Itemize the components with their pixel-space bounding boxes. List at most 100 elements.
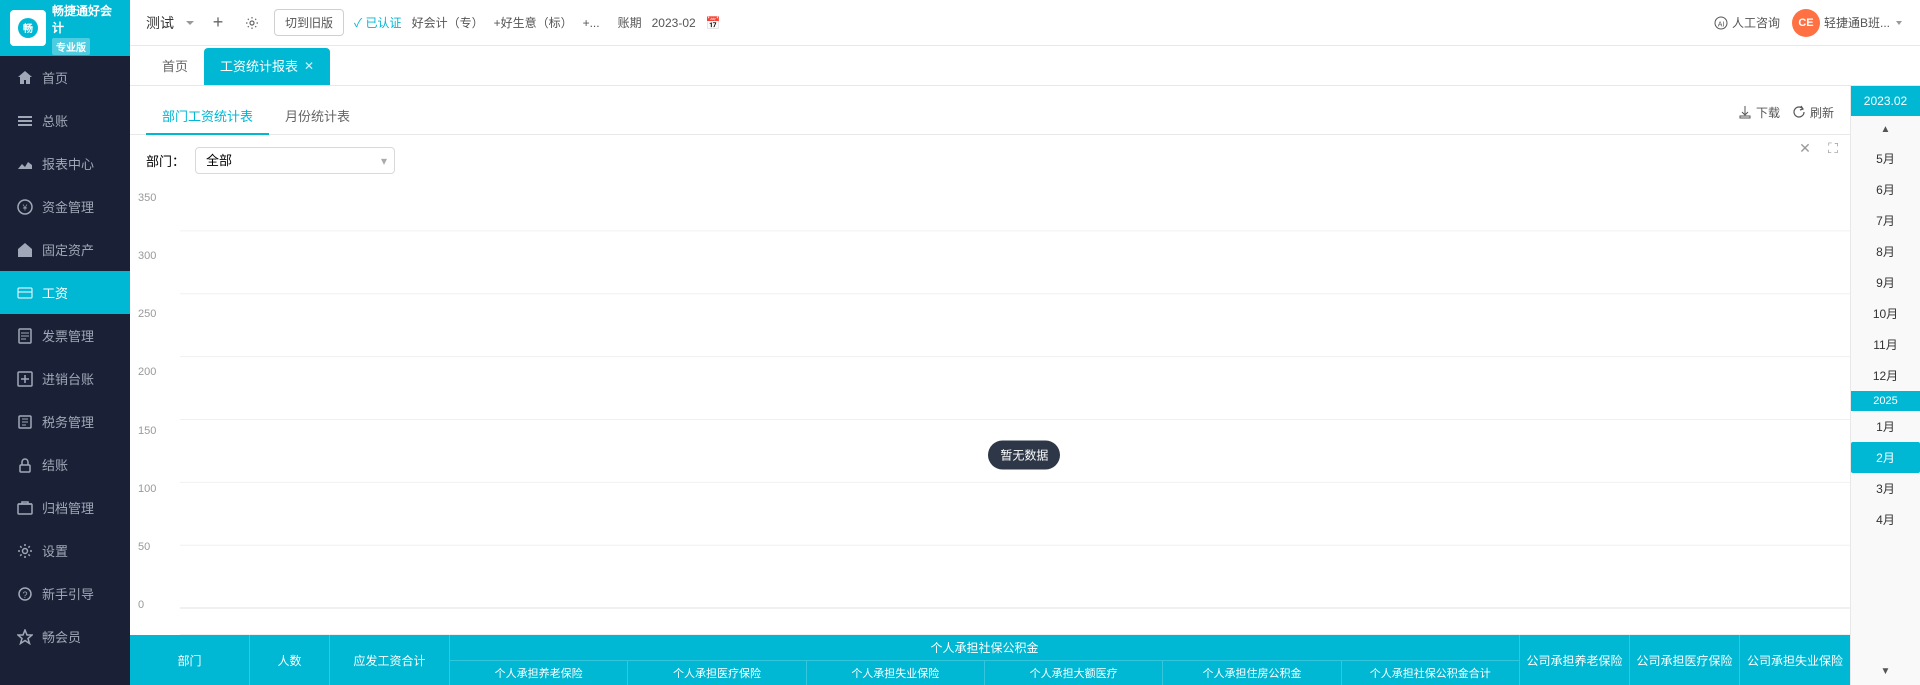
- calendar-icon[interactable]: 📅: [706, 16, 721, 30]
- account-tag2: +好生意（标）: [494, 14, 573, 31]
- svg-text:¥: ¥: [22, 203, 28, 212]
- topbar-dropdown[interactable]: [184, 17, 196, 29]
- topbar-gear-button[interactable]: [240, 11, 264, 35]
- salary-icon: [16, 284, 34, 302]
- month-10[interactable]: 10月: [1851, 298, 1920, 329]
- period-label: 账期: [618, 14, 642, 31]
- sidebar-label-ledger: 总账: [42, 111, 68, 130]
- sidebar-item-archive[interactable]: 归档管理: [0, 486, 130, 529]
- user-info[interactable]: CE 轻捷通B班...: [1792, 9, 1904, 37]
- sidebar-label-tax: 税务管理: [42, 412, 94, 431]
- month-1[interactable]: 1月: [1851, 411, 1920, 442]
- switch-old-version-button[interactable]: 切到旧版: [274, 9, 344, 36]
- asset-icon: [16, 241, 34, 259]
- col-personal-medical: 个人承担医疗保险: [628, 661, 806, 685]
- app-name: 畅捷通好会计: [52, 2, 120, 36]
- sidebar-item-ledger[interactable]: 总账: [0, 99, 130, 142]
- y-label-350: 350: [138, 192, 156, 204]
- chart-panel: 部门工资统计表 月份统计表 下载 刷新: [130, 86, 1850, 685]
- col-company-pension: 公司承担养老保险: [1520, 635, 1630, 685]
- date-display: 2023.02: [1864, 94, 1907, 108]
- sidebar-label-guide: 新手引导: [42, 584, 94, 603]
- sidebar-label-archive: 归档管理: [42, 498, 94, 517]
- y-label-50: 50: [138, 541, 156, 553]
- tab-close-button[interactable]: ✕: [304, 59, 314, 73]
- sidebar-item-salary[interactable]: 工资: [0, 271, 130, 314]
- date-down-nav: ▼: [1851, 658, 1920, 685]
- month-4[interactable]: 4月: [1851, 504, 1920, 535]
- y-label-300: 300: [138, 250, 156, 262]
- sidebar-item-tax[interactable]: 税务管理: [0, 400, 130, 443]
- col-personal-unemployment: 个人承担失业保险: [807, 661, 985, 685]
- download-button[interactable]: 下载: [1738, 104, 1780, 121]
- y-label-0: 0: [138, 599, 156, 611]
- month-3[interactable]: 3月: [1851, 473, 1920, 504]
- main-content: 测试 + 切到旧版 ✓ 已认证 好会计（专） +好生意（标） +... 账期 2…: [130, 0, 1920, 685]
- sidebar-label-close: 结账: [42, 455, 68, 474]
- month-2-active[interactable]: 2月: [1851, 442, 1920, 473]
- sidebar-label-settings: 设置: [42, 541, 68, 560]
- col-group-personal-insurance: 个人承担社保公积金 个人承担养老保险 个人承担医疗保险 个人承担失业保险: [450, 635, 1520, 685]
- date-up-arrows: ▲: [1851, 116, 1920, 143]
- sidebar-item-settings[interactable]: 设置: [0, 529, 130, 572]
- sidebar-item-member[interactable]: 畅会员: [0, 615, 130, 658]
- account-tag3: +...: [583, 16, 600, 30]
- month-8[interactable]: 8月: [1851, 236, 1920, 267]
- account-tag1: 好会计（专）: [412, 14, 484, 31]
- tabbar: 首页 工资统计报表 ✕: [130, 46, 1920, 86]
- tab-home[interactable]: 首页: [146, 48, 204, 85]
- sidebar-label-member: 畅会员: [42, 627, 81, 646]
- home-icon: [16, 69, 34, 87]
- date-down-button[interactable]: ▼: [1877, 662, 1895, 681]
- sub-tab-monthly[interactable]: 月份统计表: [269, 98, 366, 135]
- month-12[interactable]: 12月: [1851, 360, 1920, 391]
- month-6[interactable]: 6月: [1851, 174, 1920, 205]
- y-label-150: 150: [138, 425, 156, 437]
- sub-tab-department[interactable]: 部门工资统计表: [146, 98, 269, 135]
- department-select-wrapper: 全部: [195, 147, 395, 174]
- y-axis: 350 300 250 200 150 100 50 0: [138, 186, 156, 605]
- invoice-icon: [16, 327, 34, 345]
- date-up-button[interactable]: ▲: [1877, 120, 1895, 139]
- month-9[interactable]: 9月: [1851, 267, 1920, 298]
- sales-icon: [16, 370, 34, 388]
- member-icon: [16, 628, 34, 646]
- tab-salary-report[interactable]: 工资统计报表 ✕: [204, 48, 330, 85]
- col-personal-total: 个人承担社保公积金合计: [1342, 661, 1519, 685]
- sidebar-label-salary: 工资: [42, 283, 68, 302]
- month-11[interactable]: 11月: [1851, 329, 1920, 360]
- table-header-row: 部门 人数 应发工资合计 个人承担社保公积金: [130, 635, 1850, 685]
- app-logo: 畅 畅捷通好会计 专业版: [0, 0, 130, 56]
- department-select[interactable]: 全部: [195, 147, 395, 174]
- user-name: 轻捷通B班...: [1824, 14, 1890, 31]
- sidebar-item-fund[interactable]: ¥ 资金管理: [0, 185, 130, 228]
- col-group-children: 个人承担养老保险 个人承担医疗保险 个人承担失业保险 个人承担大额医疗: [450, 661, 1519, 685]
- y-label-100: 100: [138, 483, 156, 495]
- department-filter-label: 部门：: [146, 151, 185, 170]
- area-chart: [180, 186, 1850, 635]
- sidebar-item-home[interactable]: 首页: [0, 56, 130, 99]
- year-2025[interactable]: 2025: [1851, 391, 1920, 411]
- date-panel: ✕ ⛶ 2023.02 ▲ 5月 6月 7月 8月 9月 10月 11月 12月: [1850, 86, 1920, 685]
- sidebar-item-sales[interactable]: 进销台账: [0, 357, 130, 400]
- sidebar-item-asset[interactable]: 固定资产: [0, 228, 130, 271]
- date-month-list: 5月 6月 7月 8月 9月 10月 11月 12月 2025 1月 2月 3月…: [1851, 143, 1920, 658]
- sidebar-label-fund: 资金管理: [42, 197, 94, 216]
- col-department: 部门: [130, 635, 250, 685]
- sidebar-item-invoice[interactable]: 发票管理: [0, 314, 130, 357]
- col-total-salary: 应发工资合计: [330, 635, 450, 685]
- ledger-icon: [16, 112, 34, 130]
- topbar-add-button[interactable]: +: [206, 11, 230, 35]
- sub-tabs-left: 部门工资统计表 月份统计表: [146, 98, 366, 134]
- sub-tabs-right: 下载 刷新: [1738, 104, 1834, 129]
- sidebar-item-report[interactable]: 报表中心: [0, 142, 130, 185]
- month-7[interactable]: 7月: [1851, 205, 1920, 236]
- svg-text:?: ?: [22, 590, 27, 600]
- app-edition: 专业版: [52, 38, 90, 55]
- refresh-button[interactable]: 刷新: [1792, 104, 1834, 121]
- sidebar-item-guide[interactable]: ? 新手引导: [0, 572, 130, 615]
- certified-status: ✓ 已认证: [354, 14, 402, 31]
- ai-consult-button[interactable]: AI 人工咨询: [1714, 14, 1780, 31]
- sidebar-item-close[interactable]: 结账: [0, 443, 130, 486]
- month-5[interactable]: 5月: [1851, 143, 1920, 174]
